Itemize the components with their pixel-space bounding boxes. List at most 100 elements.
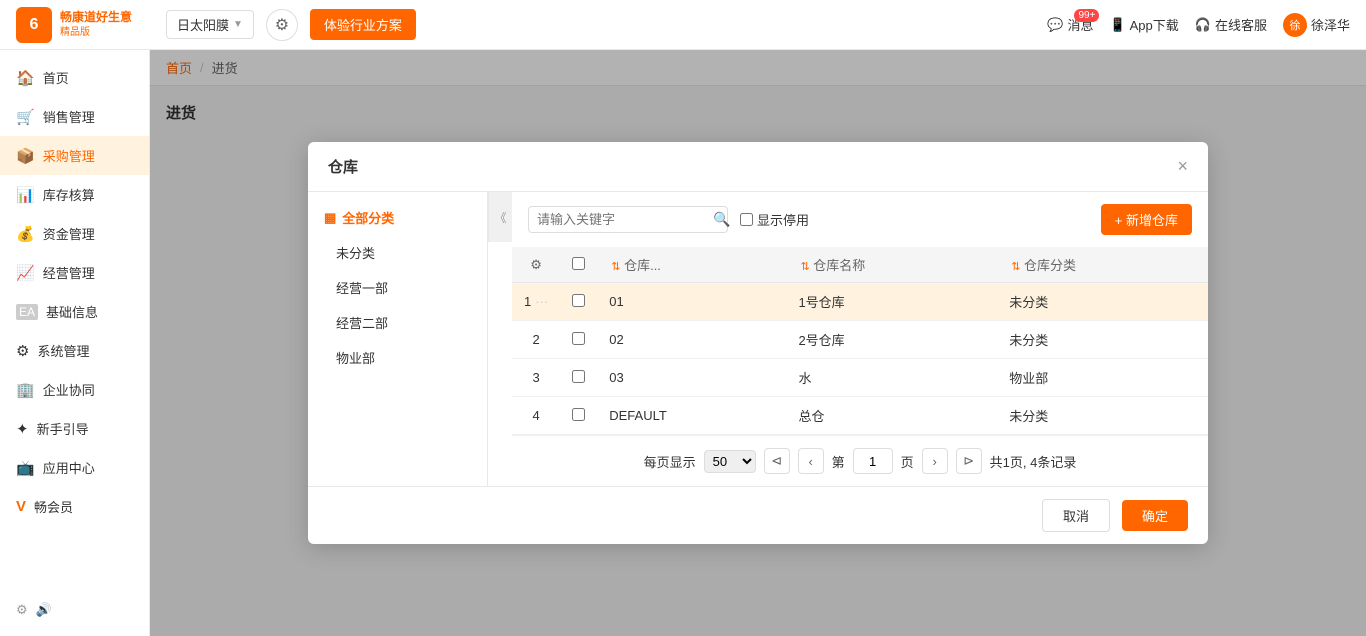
guide-icon: ✦: [16, 420, 29, 438]
confirm-button[interactable]: 确定: [1122, 500, 1188, 531]
store-selector[interactable]: 日太阳膜 ▼: [166, 10, 254, 39]
logo-badge: 精品版: [60, 26, 132, 39]
prev-page-button[interactable]: ‹: [798, 448, 824, 474]
modal-close-button[interactable]: ×: [1177, 156, 1188, 177]
code-sort-icon: ⇅: [611, 261, 620, 273]
row-checkbox[interactable]: [572, 332, 585, 345]
sidebar-item-home[interactable]: 🏠 首页: [0, 58, 149, 97]
sidebar-item-vip[interactable]: V 畅会员: [0, 487, 149, 526]
collapse-category-button[interactable]: 《: [488, 192, 512, 242]
table-row[interactable]: 1··· 01 1号仓库 未分类: [512, 283, 1208, 321]
sidebar-item-enterprise[interactable]: 🏢 企业协同: [0, 370, 149, 409]
table-panel: 🔍 显示停用 + 新增仓库: [512, 192, 1208, 486]
basic-icon: EA: [16, 304, 38, 320]
sidebar-item-system[interactable]: ⚙ 系统管理: [0, 331, 149, 370]
add-warehouse-button[interactable]: + 新增仓库: [1101, 204, 1192, 235]
collapse-icon: 《: [494, 209, 506, 226]
online-service-button[interactable]: 🎧 在线客服: [1195, 15, 1267, 34]
trial-button[interactable]: 体验行业方案: [310, 9, 416, 40]
category-all-button[interactable]: ▦ 全部分类: [308, 200, 487, 235]
row-name: 1号仓库: [786, 283, 997, 321]
system-icon: ⚙: [16, 342, 29, 360]
vip-icon: V: [16, 498, 26, 515]
sidebar-item-sales[interactable]: 🛒 销售管理: [0, 97, 149, 136]
row-category: 未分类: [997, 321, 1208, 359]
sidebar-item-basic[interactable]: EA 基础信息: [0, 292, 149, 331]
row-checkbox[interactable]: [572, 370, 585, 383]
content-area: 首页 / 进货 进货 仓库 × ▦: [150, 50, 1366, 636]
avatar: 徐: [1283, 13, 1307, 37]
last-page-button[interactable]: ⊳: [956, 448, 982, 474]
table-row[interactable]: 3 03 水 物业部: [512, 359, 1208, 397]
message-badge: 99+: [1074, 9, 1099, 22]
category-item-unclassified[interactable]: 未分类: [308, 235, 487, 270]
row-checkbox[interactable]: [572, 408, 585, 421]
operations-icon: 📈: [16, 264, 35, 282]
row-name: 2号仓库: [786, 321, 997, 359]
pagination: 每页显示 50 10 20 100 ⊲ ‹ 第 页: [512, 435, 1208, 486]
row-code: 03: [597, 359, 786, 397]
row-code: DEFAULT: [597, 397, 786, 435]
sidebar-item-finance[interactable]: 💰 资金管理: [0, 214, 149, 253]
th-gear: ⚙: [512, 247, 560, 283]
table-row[interactable]: 2 02 2号仓库 未分类: [512, 321, 1208, 359]
select-all-checkbox[interactable]: [572, 257, 585, 270]
sales-icon: 🛒: [16, 108, 35, 126]
total-records: 共1页, 4条记录: [990, 452, 1077, 471]
show-disabled-label[interactable]: 显示停用: [740, 210, 809, 229]
logo-area: 6 畅康道好生意 精品版: [16, 7, 166, 43]
chevron-down-icon: ▼: [233, 19, 243, 30]
modal-header: 仓库 ×: [308, 142, 1208, 192]
settings-button[interactable]: ⚙: [266, 9, 298, 41]
sidebar: 🏠 首页 🛒 销售管理 📦 采购管理 📊 库存核算 💰 资金管理 📈 经营管理 …: [0, 50, 150, 636]
page-number-input[interactable]: [853, 448, 893, 474]
name-sort-icon: ⇅: [800, 261, 809, 273]
header-middle: 日太阳膜 ▼ ⚙ 体验行业方案: [166, 9, 1047, 41]
sidebar-item-guide[interactable]: ✦ 新手引导: [0, 409, 149, 448]
main-layout: 🏠 首页 🛒 销售管理 📦 采购管理 📊 库存核算 💰 资金管理 📈 经营管理 …: [0, 50, 1366, 636]
user-menu-button[interactable]: 徐 徐泽华: [1283, 13, 1350, 37]
enterprise-icon: 🏢: [16, 381, 35, 399]
warehouse-modal: 仓库 × ▦ 全部分类 未分类 经营一部 经营二部 物业部: [308, 142, 1208, 544]
next-page-button[interactable]: ›: [922, 448, 948, 474]
table-toolbar: 🔍 显示停用 + 新增仓库: [512, 192, 1208, 247]
cancel-button[interactable]: 取消: [1042, 499, 1110, 532]
category-panel: ▦ 全部分类 未分类 经营一部 经营二部 物业部: [308, 192, 488, 486]
search-icon: 🔍: [713, 211, 730, 228]
settings-bottom-icon[interactable]: ⚙: [16, 602, 28, 618]
sidebar-item-appcenter[interactable]: 📺 应用中心: [0, 448, 149, 487]
top-header: 6 畅康道好生意 精品版 日太阳膜 ▼ ⚙ 体验行业方案 💬 消息 99+ 📱 …: [0, 0, 1366, 50]
volume-icon[interactable]: 🔊: [36, 602, 52, 618]
inventory-icon: 📊: [16, 186, 35, 204]
sidebar-item-purchase[interactable]: 📦 采购管理: [0, 136, 149, 175]
purchase-icon: 📦: [16, 147, 35, 165]
th-category: ⇅ 仓库分类: [997, 247, 1208, 283]
search-input[interactable]: [537, 212, 713, 227]
app-download-button[interactable]: 📱 App下载: [1109, 15, 1178, 34]
messages-button[interactable]: 💬 消息 99+: [1047, 15, 1093, 34]
category-item-ops2[interactable]: 经营二部: [308, 305, 487, 340]
row-name: 水: [786, 359, 997, 397]
category-item-ops1[interactable]: 经营一部: [308, 270, 487, 305]
home-icon: 🏠: [16, 69, 35, 87]
first-page-button[interactable]: ⊲: [764, 448, 790, 474]
show-disabled-checkbox[interactable]: [740, 213, 753, 226]
row-actions: 4: [512, 397, 560, 435]
sidebar-item-inventory[interactable]: 📊 库存核算: [0, 175, 149, 214]
header-right: 💬 消息 99+ 📱 App下载 🎧 在线客服 徐 徐泽华: [1047, 13, 1350, 37]
row-category: 未分类: [997, 283, 1208, 321]
category-item-property[interactable]: 物业部: [308, 340, 487, 375]
modal-body: ▦ 全部分类 未分类 经营一部 经营二部 物业部 《: [308, 192, 1208, 486]
warehouse-table: ⚙ ⇅ 仓库...: [512, 247, 1208, 435]
grid-icon: ▦: [324, 210, 336, 226]
per-page-select[interactable]: 50 10 20 100: [704, 450, 756, 473]
sidebar-item-operations[interactable]: 📈 经营管理: [0, 253, 149, 292]
modal-title: 仓库: [328, 156, 358, 177]
modal-footer: 取消 确定: [308, 486, 1208, 544]
row-checkbox[interactable]: [572, 294, 585, 307]
headset-icon: 🎧: [1195, 17, 1211, 33]
row-checkbox-cell: [560, 283, 597, 321]
table-container: ⚙ ⇅ 仓库...: [512, 247, 1208, 435]
row-category: 未分类: [997, 397, 1208, 435]
table-row[interactable]: 4 DEFAULT 总仓 未分类: [512, 397, 1208, 435]
